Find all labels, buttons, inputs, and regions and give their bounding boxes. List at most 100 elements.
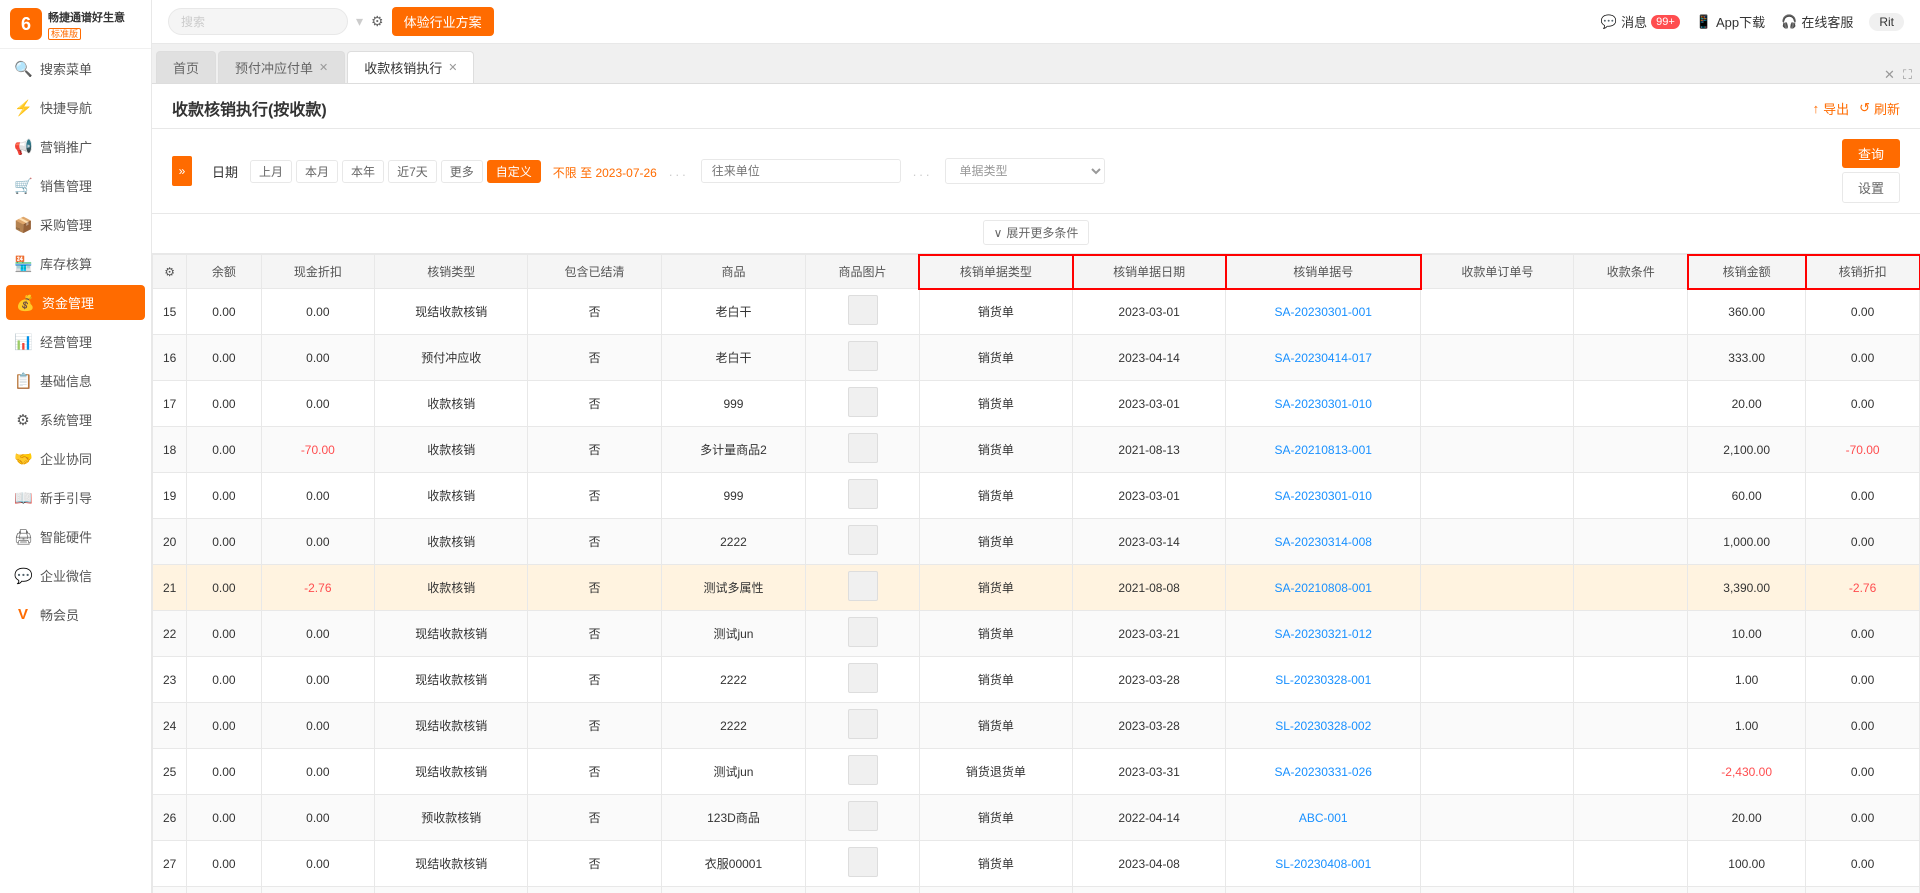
sidebar-item-inventory[interactable]: 🏪 库存核算: [0, 244, 151, 283]
sidebar-item-member[interactable]: V 畅会员: [0, 595, 151, 634]
maximize-icon[interactable]: ⛶: [1903, 67, 1912, 83]
filter-toggle-btn[interactable]: »: [172, 156, 192, 186]
sidebar-item-finance[interactable]: 💰 资金管理: [6, 285, 145, 320]
cell-product: 2222: [661, 657, 805, 703]
cell-product-image: [806, 887, 920, 893]
user-area[interactable]: Rit: [1869, 13, 1904, 31]
table-row: 240.000.00现结收款核销否2222销货单2023-03-28SL-202…: [153, 703, 1920, 749]
cell-verify-type: 现结收款核销: [375, 611, 528, 657]
cell-verify-discount: 0.00: [1806, 335, 1920, 381]
cell-receipt-condition: [1574, 887, 1688, 893]
online-service-area[interactable]: 🎧 在线客服: [1781, 12, 1853, 31]
cell-verify-doc-no[interactable]: SL-20230418-001: [1226, 887, 1421, 893]
guide-icon: 📖: [14, 489, 32, 507]
cell-no: 21: [153, 565, 187, 611]
settings-btn[interactable]: 设置: [1842, 172, 1900, 203]
cell-verify-doc-date: 2022-04-14: [1073, 795, 1226, 841]
cell-verify-doc-no[interactable]: SA-20230301-010: [1226, 381, 1421, 427]
cell-verify-doc-no[interactable]: SL-20230408-001: [1226, 841, 1421, 887]
product-image-thumbnail: [848, 433, 878, 463]
sidebar-item-guide[interactable]: 📖 新手引导: [0, 478, 151, 517]
cell-product: 老白干: [661, 289, 805, 335]
tab-prepay[interactable]: 预付冲应付单 ✕: [218, 51, 345, 83]
tab-prepay-close[interactable]: ✕: [319, 61, 328, 74]
system-icon: ⚙: [14, 411, 32, 429]
cell-receipt-order-no: [1421, 703, 1574, 749]
cell-verify-type: 现结收款核销: [375, 289, 528, 335]
cell-include-settled: 否: [528, 335, 661, 381]
sidebar-item-wechat[interactable]: 💬 企业微信: [0, 556, 151, 595]
cell-verify-discount: -70.00: [1806, 427, 1920, 473]
cell-receipt-condition: [1574, 795, 1688, 841]
th-settings[interactable]: ⚙: [153, 255, 187, 289]
cell-verify-doc-type: 销货单: [919, 887, 1072, 893]
solution-btn[interactable]: 体验行业方案: [392, 7, 494, 36]
cell-verify-doc-no[interactable]: ABC-001: [1226, 795, 1421, 841]
tab-home[interactable]: 首页: [156, 51, 216, 83]
brand-text: 畅捷通谱好生意 标准版: [48, 9, 125, 40]
sidebar-item-basic-info[interactable]: 📋 基础信息: [0, 361, 151, 400]
date-btn-7days[interactable]: 近7天: [388, 160, 437, 183]
message-label: 消息: [1621, 12, 1647, 31]
close-all-icon[interactable]: ✕: [1884, 67, 1895, 83]
table-row: 150.000.00现结收款核销否老白干销货单2023-03-01SA-2023…: [153, 289, 1920, 335]
date-btn-custom[interactable]: 自定义: [487, 160, 541, 183]
export-btn[interactable]: ↑ 导出: [1813, 99, 1850, 118]
customer-input[interactable]: [701, 159, 901, 183]
cell-include-settled: 否: [528, 657, 661, 703]
cell-receipt-order-no: [1421, 749, 1574, 795]
cell-product: 测试jun: [661, 611, 805, 657]
sidebar-logo: 6 畅捷通谱好生意 标准版: [0, 0, 151, 49]
tab-receipt[interactable]: 收款核销执行 ✕: [347, 51, 474, 83]
product-image-thumbnail: [848, 571, 878, 601]
cell-verify-doc-no[interactable]: SA-20210813-001: [1226, 427, 1421, 473]
marketing-icon: 📢: [14, 138, 32, 156]
dropdown-icon[interactable]: ▾: [356, 13, 363, 30]
table-row: 220.000.00现结收款核销否测试jun销货单2023-03-21SA-20…: [153, 611, 1920, 657]
voucher-type-select[interactable]: 单据类型: [945, 158, 1105, 184]
settings-gear-icon[interactable]: ⚙: [371, 13, 384, 30]
date-btn-this-year[interactable]: 本年: [342, 160, 384, 183]
expand-conditions-btn[interactable]: ∨ 展开更多条件: [983, 220, 1090, 245]
cell-no: 20: [153, 519, 187, 565]
cell-verify-doc-no[interactable]: SA-20230321-012: [1226, 611, 1421, 657]
cell-verify-doc-type: 销货单: [919, 289, 1072, 335]
cell-verify-doc-no[interactable]: SL-20230328-001: [1226, 657, 1421, 703]
cell-verify-doc-no[interactable]: SA-20230314-008: [1226, 519, 1421, 565]
sidebar-item-system[interactable]: ⚙ 系统管理: [0, 400, 151, 439]
cell-verify-doc-no[interactable]: SA-20230331-026: [1226, 749, 1421, 795]
sidebar-item-search[interactable]: 🔍 搜索菜单: [0, 49, 151, 88]
sidebar-item-quick-nav[interactable]: ⚡ 快捷导航: [0, 88, 151, 127]
sidebar-item-operations[interactable]: 📊 经营管理: [0, 322, 151, 361]
cell-verify-doc-no[interactable]: SA-20210808-001: [1226, 565, 1421, 611]
table-wrapper[interactable]: ⚙ 余额 现金折扣 核销类型 包含已结清 商品 商品图片 核销单据类型 核销单据…: [152, 254, 1920, 893]
sidebar-item-enterprise[interactable]: 🤝 企业协同: [0, 439, 151, 478]
sidebar-item-marketing[interactable]: 📢 营销推广: [0, 127, 151, 166]
product-image-thumbnail: [848, 709, 878, 739]
cell-verify-doc-no[interactable]: SA-20230301-001: [1226, 289, 1421, 335]
cell-verify-doc-no[interactable]: SA-20230301-010: [1226, 473, 1421, 519]
table-row: 270.000.00现结收款核销否衣服00001销货单2023-04-08SL-…: [153, 841, 1920, 887]
cell-verify-doc-no[interactable]: SA-20230414-017: [1226, 335, 1421, 381]
refresh-btn[interactable]: ↺ 刷新: [1859, 99, 1900, 118]
cell-verify-doc-date: 2021-08-13: [1073, 427, 1226, 473]
cell-balance: 0.00: [187, 841, 261, 887]
cell-product-image: [806, 519, 920, 565]
date-btn-last-month[interactable]: 上月: [250, 160, 292, 183]
cell-product-image: [806, 427, 920, 473]
cell-verify-doc-date: 2023-03-21: [1073, 611, 1226, 657]
sidebar-item-purchase[interactable]: 📦 采购管理: [0, 205, 151, 244]
query-btn[interactable]: 查询: [1842, 139, 1900, 168]
th-cash-discount: 现金折扣: [261, 255, 375, 289]
cell-verify-doc-no[interactable]: SL-20230328-002: [1226, 703, 1421, 749]
sidebar-item-sales[interactable]: 🛒 销售管理: [0, 166, 151, 205]
date-btn-more[interactable]: 更多: [441, 160, 483, 183]
date-btn-this-month[interactable]: 本月: [296, 160, 338, 183]
sidebar-item-smart-hw[interactable]: 🖨 智能硬件: [0, 517, 151, 556]
message-area[interactable]: 💬 消息 99+: [1601, 12, 1680, 31]
app-download-area[interactable]: 📱 App下载: [1696, 12, 1765, 31]
cell-receipt-order-no: [1421, 841, 1574, 887]
cell-balance: 0.00: [187, 427, 261, 473]
cell-verify-doc-date: 2023-04-08: [1073, 841, 1226, 887]
tab-receipt-close[interactable]: ✕: [448, 61, 457, 74]
